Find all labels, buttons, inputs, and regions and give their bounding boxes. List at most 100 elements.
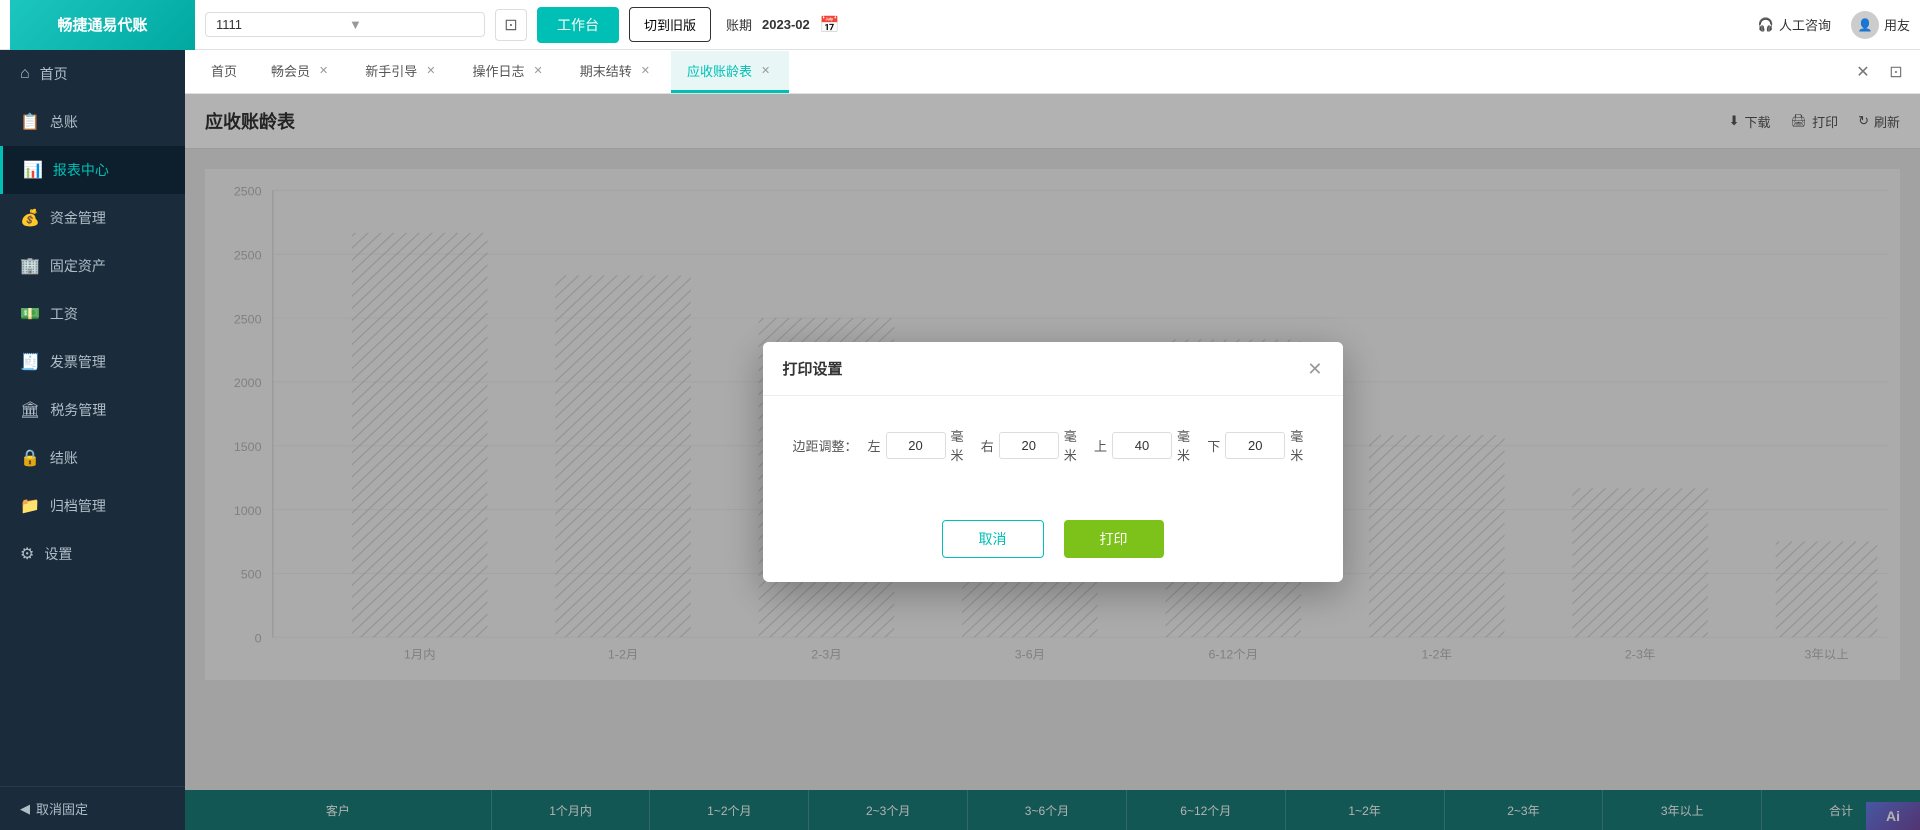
tab-member[interactable]: 畅会员 ✕	[255, 51, 347, 93]
calendar-icon[interactable]: 📅	[820, 15, 840, 35]
tab-member-label: 畅会员	[271, 61, 310, 80]
modal-overlay: 打印设置 ✕ 边距调整： 左 毫米	[185, 94, 1920, 830]
header-right: 🎧 人工咨询 👤 用友	[1758, 11, 1910, 39]
right-unit-label: 毫米	[1064, 426, 1086, 464]
page-content: 应收账龄表 ⬇ 下载 🖨 打印 ↻ 刷新	[185, 94, 1920, 830]
sidebar-label-invoice: 发票管理	[50, 352, 106, 372]
user-area[interactable]: 👤 用友	[1851, 11, 1910, 39]
sidebar-item-invoice[interactable]: 🧾 发票管理	[0, 338, 185, 386]
tab-ar-aging-label: 应收账龄表	[687, 61, 752, 80]
modal-title: 打印设置	[783, 358, 843, 379]
main-layout: ⌂ 首页 📋 总账 📊 报表中心 💰 资金管理 🏢 固定资产 💵 工资	[0, 50, 1920, 830]
tab-home[interactable]: 首页	[195, 51, 253, 93]
tab-oplog-label: 操作日志	[472, 61, 524, 80]
tab-guide-close[interactable]: ✕	[423, 63, 438, 78]
sidebar-label-archive: 归档管理	[50, 496, 106, 516]
cancel-button[interactable]: 取消	[942, 520, 1044, 558]
top-direction-label: 上	[1094, 436, 1107, 455]
margin-bottom-input[interactable]	[1225, 432, 1285, 459]
funds-icon: 💰	[20, 208, 40, 228]
tab-period-close-label: 期末结转	[580, 61, 632, 80]
archive-mgr-icon: 📁	[20, 496, 40, 516]
company-select[interactable]: 1111 ▼	[205, 12, 485, 37]
sidebar-label-tax: 税务管理	[50, 400, 106, 420]
invoice-icon: 🧾	[20, 352, 40, 372]
tab-home-label: 首页	[211, 61, 237, 80]
tab-guide-label: 新手引导	[365, 61, 417, 80]
tab-guide[interactable]: 新手引导 ✕	[349, 51, 454, 93]
modal-close-button[interactable]: ✕	[1307, 360, 1322, 378]
sidebar-item-home[interactable]: ⌂ 首页	[0, 50, 185, 98]
tab-period-close[interactable]: 期末结转 ✕	[564, 51, 669, 93]
margin-right-item: 右 毫米	[981, 426, 1086, 464]
sidebar-label-funds: 资金管理	[50, 208, 106, 228]
sidebar-item-checkout[interactable]: 🔒 结账	[0, 434, 185, 482]
collapse-label: 取消固定	[36, 799, 88, 818]
sidebar-label-assets: 固定资产	[50, 256, 106, 276]
assets-icon: 🏢	[20, 256, 40, 276]
sidebar-item-settings[interactable]: ⚙ 设置	[0, 530, 185, 578]
tax-icon: 🏛	[20, 400, 40, 420]
sidebar-item-funds[interactable]: 💰 资金管理	[0, 194, 185, 242]
sidebar-item-archive[interactable]: 📁 归档管理	[0, 482, 185, 530]
avatar: 👤	[1851, 11, 1879, 39]
top-unit-label: 毫米	[1177, 426, 1199, 464]
settings-icon: ⚙	[20, 544, 34, 564]
bottom-direction-label: 下	[1207, 436, 1220, 455]
modal-body: 边距调整： 左 毫米 右 毫米	[763, 396, 1343, 504]
sidebar-item-reports[interactable]: 📊 报表中心	[0, 146, 185, 194]
logo: 畅捷通易代账	[10, 0, 195, 50]
tab-ar-aging-close[interactable]: ✕	[758, 63, 773, 78]
dropdown-arrow-icon: ▼	[349, 17, 474, 32]
period-value: 2023-02	[762, 17, 810, 32]
avatar-icon: 👤	[1858, 18, 1873, 32]
tab-right-actions: ✕ ⊡	[1849, 58, 1910, 86]
content-area: 首页 畅会员 ✕ 新手引导 ✕ 操作日志 ✕ 期末结转 ✕ 应收账龄表 ✕	[185, 50, 1920, 830]
margin-right-input[interactable]	[999, 432, 1059, 459]
modal-header: 打印设置 ✕	[763, 342, 1343, 396]
margin-top-item: 上 毫米	[1094, 426, 1199, 464]
modal-footer: 取消 打印	[763, 504, 1343, 582]
print-settings-modal: 打印设置 ✕ 边距调整： 左 毫米	[763, 342, 1343, 582]
ledger-icon: 📋	[20, 112, 40, 132]
sidebar-item-ledger[interactable]: 📋 总账	[0, 98, 185, 146]
sidebar-item-assets[interactable]: 🏢 固定资产	[0, 242, 185, 290]
confirm-print-button[interactable]: 打印	[1064, 520, 1164, 558]
sidebar-label-reports: 报表中心	[53, 160, 109, 180]
tab-close-all-button[interactable]: ✕	[1849, 58, 1877, 86]
right-direction-label: 右	[981, 436, 994, 455]
tab-period-close-close[interactable]: ✕	[638, 63, 653, 78]
sidebar-item-tax[interactable]: 🏛 税务管理	[0, 386, 185, 434]
margin-label: 边距调整：	[793, 436, 858, 455]
margin-top-input[interactable]	[1112, 432, 1172, 459]
sidebar-collapse-button[interactable]: ◀ 取消固定	[0, 786, 185, 830]
consult-button[interactable]: 🎧 人工咨询	[1758, 15, 1831, 34]
headset-icon: 🎧	[1758, 17, 1774, 33]
left-direction-label: 左	[868, 436, 881, 455]
switch-version-button[interactable]: 切到旧版	[629, 7, 711, 42]
checkout-icon: 🔒	[20, 448, 40, 468]
top-header: 畅捷通易代账 1111 ▼ ⊡ 工作台 切到旧版 账期 2023-02 📅 🎧 …	[0, 0, 1920, 50]
sidebar: ⌂ 首页 📋 总账 📊 报表中心 💰 资金管理 🏢 固定资产 💵 工资	[0, 50, 185, 830]
tab-member-close[interactable]: ✕	[316, 63, 331, 78]
sidebar-scroll: ⌂ 首页 📋 总账 📊 报表中心 💰 资金管理 🏢 固定资产 💵 工资	[0, 50, 185, 786]
reports-icon: 📊	[23, 160, 43, 180]
margin-group: 左 毫米 右 毫米 上	[868, 426, 1313, 464]
sidebar-label-ledger: 总账	[50, 112, 78, 132]
tab-oplog[interactable]: 操作日志 ✕	[456, 51, 561, 93]
tab-maximize-button[interactable]: ⊡	[1882, 58, 1910, 86]
archive-glyph: ⊡	[504, 15, 517, 35]
archive-icon[interactable]: ⊡	[495, 9, 527, 41]
sidebar-item-salary[interactable]: 💵 工资	[0, 290, 185, 338]
tab-bar: 首页 畅会员 ✕ 新手引导 ✕ 操作日志 ✕ 期末结转 ✕ 应收账龄表 ✕	[185, 50, 1920, 94]
collapse-icon: ◀	[20, 801, 30, 817]
workbench-button[interactable]: 工作台	[537, 7, 619, 43]
sidebar-label-home: 首页	[40, 64, 68, 84]
margin-left-input[interactable]	[886, 432, 946, 459]
sidebar-label-salary: 工资	[50, 304, 78, 324]
home-icon: ⌂	[20, 65, 30, 83]
bottom-unit-label: 毫米	[1290, 426, 1312, 464]
period-label: 账期	[726, 15, 752, 34]
tab-ar-aging[interactable]: 应收账龄表 ✕	[671, 51, 789, 93]
tab-oplog-close[interactable]: ✕	[531, 63, 546, 78]
